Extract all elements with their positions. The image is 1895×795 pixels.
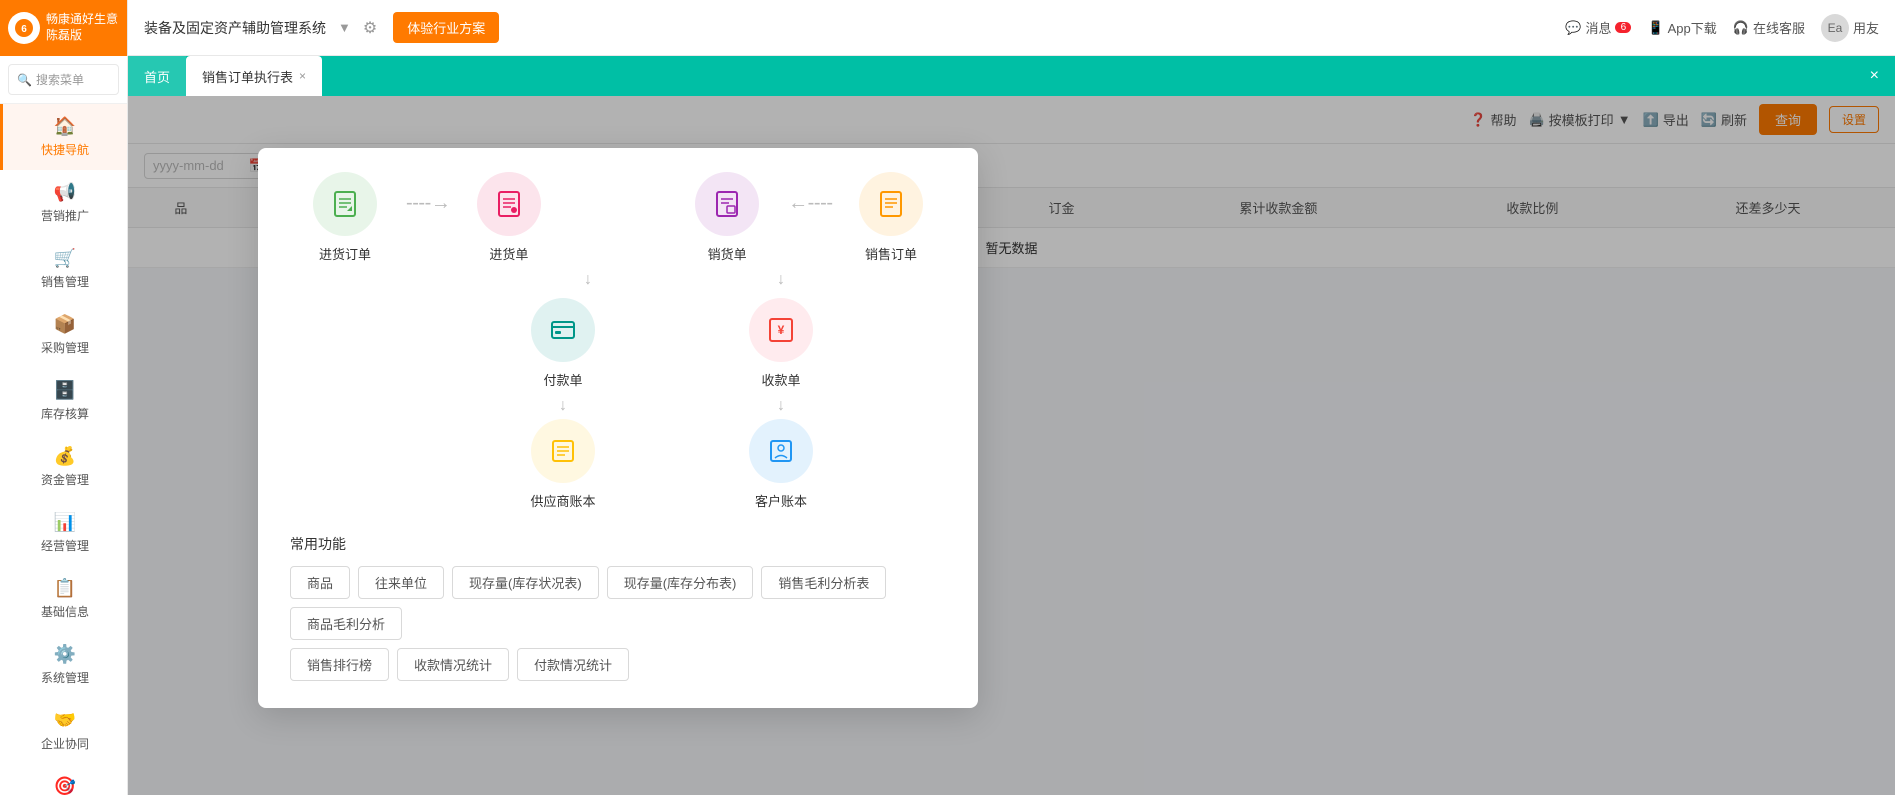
purchase-icon: 📦	[54, 314, 76, 335]
message-button[interactable]: 💬 消息 6	[1565, 18, 1631, 37]
sales-bill-icon	[695, 172, 759, 236]
payment-icon	[531, 298, 595, 362]
supplier-account-icon	[531, 419, 595, 483]
tab-close-icon[interactable]: ×	[299, 69, 306, 83]
sidebar-item-quick-nav[interactable]: 🏠 快捷导航	[0, 104, 127, 170]
sidebar: 6 畅康通好生意 陈磊版 🔍 搜索菜单 🏠 快捷导航 📢 营销推广 �	[0, 0, 128, 795]
func-buttons-row1: 商品 往来单位 现存量(库存状况表) 现存量(库存分布表) 销售毛利分析表 商品…	[290, 566, 946, 640]
purchase-order-icon	[313, 172, 377, 236]
cooperation-icon: 🤝	[54, 710, 76, 731]
guide-icon: 🎯	[54, 776, 76, 795]
flow-node-customer-account: 客户账本	[726, 419, 836, 510]
user-menu[interactable]: Ea 用友	[1821, 14, 1879, 42]
flow-node-payment: 付款单	[508, 298, 618, 389]
message-badge: 6	[1615, 22, 1631, 33]
gear-icon[interactable]: ⚙	[363, 18, 377, 38]
marketing-icon: 📢	[54, 182, 76, 203]
svg-text:¥: ¥	[778, 323, 785, 337]
sidebar-item-marketing[interactable]: 📢 营销推广	[0, 170, 127, 236]
logo-text: 畅康通好生意 陈磊版	[46, 12, 118, 43]
sidebar-item-guide[interactable]: 🎯 新手引导	[0, 764, 127, 795]
top-header: 装备及固定资产辅助管理系统 ▼ ⚙ 体验行业方案 💬 消息 6 📱 App下载 …	[128, 0, 1895, 56]
flow-node-sales-order: 销售订单	[836, 172, 946, 263]
system-icon: ⚙️	[54, 644, 76, 665]
online-service-button[interactable]: 🎧 在线客服	[1733, 18, 1805, 37]
sidebar-item-purchase[interactable]: 📦 采购管理	[0, 302, 127, 368]
trial-button[interactable]: 体验行业方案	[393, 12, 499, 43]
common-functions: 常用功能 商品 往来单位 现存量(库存状况表) 现存量(库存分布表) 销售毛利分…	[290, 534, 946, 681]
operations-icon: 📊	[54, 512, 76, 533]
tab-bar-close-button[interactable]: ×	[1854, 67, 1895, 85]
func-btn-product[interactable]: 商品	[290, 566, 350, 599]
flow-node-sales-bill: 销货单	[672, 172, 782, 263]
sidebar-item-inventory[interactable]: 🗄️ 库存核算	[0, 368, 127, 434]
content-area: ❓ 帮助 🖨️ 按模板打印 ▼ ⬆️ 导出 🔄 刷新	[128, 96, 1895, 795]
app-download-button[interactable]: 📱 App下载	[1647, 18, 1716, 37]
tab-home[interactable]: 首页	[128, 56, 186, 96]
dropdown-arrow-icon[interactable]: ▼	[338, 20, 351, 35]
func-buttons-row2: 销售排行榜 收款情况统计 付款情况统计	[290, 648, 946, 681]
func-btn-sales-profit[interactable]: 销售毛利分析表	[761, 566, 886, 599]
func-btn-receipt-stats[interactable]: 收款情况统计	[397, 648, 509, 681]
flow-diagram: 进货订单 - - - - →	[290, 172, 946, 510]
func-btn-partner[interactable]: 往来单位	[358, 566, 444, 599]
tab-bar: 首页 销售订单执行表 × ×	[128, 56, 1895, 96]
search-icon: 🔍	[17, 73, 32, 87]
customer-account-icon	[749, 419, 813, 483]
service-icon: 🎧	[1733, 20, 1749, 36]
system-title: 装备及固定资产辅助管理系统	[144, 18, 326, 38]
flow-node-purchase-order: 进货订单	[290, 172, 400, 263]
sales-icon: 🛒	[54, 248, 76, 269]
basic-info-icon: 📋	[54, 578, 76, 599]
flow-modal: 进货订单 - - - - →	[258, 148, 978, 708]
sidebar-item-sales[interactable]: 🛒 销售管理	[0, 236, 127, 302]
common-title: 常用功能	[290, 534, 946, 554]
header-right: 💬 消息 6 📱 App下载 🎧 在线客服 Ea 用友	[1565, 14, 1879, 42]
purchase-bill-icon	[477, 172, 541, 236]
func-btn-stock-dist[interactable]: 现存量(库存分布表)	[607, 566, 754, 599]
sidebar-item-finance[interactable]: 💰 资金管理	[0, 434, 127, 500]
func-btn-product-profit[interactable]: 商品毛利分析	[290, 607, 402, 640]
receipt-icon: ¥	[749, 298, 813, 362]
message-icon: 💬	[1565, 20, 1581, 36]
flow-node-purchase-bill: 进货单	[454, 172, 564, 263]
download-icon: 📱	[1647, 20, 1663, 36]
avatar: Ea	[1821, 14, 1849, 42]
sidebar-item-system[interactable]: ⚙️ 系统管理	[0, 632, 127, 698]
svg-text:6: 6	[21, 24, 27, 35]
sidebar-item-basic-info[interactable]: 📋 基础信息	[0, 566, 127, 632]
func-btn-stock-status[interactable]: 现存量(库存状况表)	[452, 566, 599, 599]
finance-icon: 💰	[54, 446, 76, 467]
tab-sales-order[interactable]: 销售订单执行表 ×	[186, 56, 322, 96]
sidebar-item-cooperation[interactable]: 🤝 企业协同	[0, 698, 127, 764]
sidebar-search-area: 🔍 搜索菜单	[0, 56, 127, 104]
logo-icon: 6	[8, 12, 40, 44]
modal-overlay[interactable]: 进货订单 - - - - →	[128, 96, 1895, 795]
sales-order-icon	[859, 172, 923, 236]
main-area: 装备及固定资产辅助管理系统 ▼ ⚙ 体验行业方案 💬 消息 6 📱 App下载 …	[128, 0, 1895, 795]
flow-node-receipt: ¥ 收款单	[726, 298, 836, 389]
search-menu-button[interactable]: 🔍 搜索菜单	[8, 64, 119, 95]
sidebar-logo: 6 畅康通好生意 陈磊版	[0, 0, 127, 56]
func-btn-payment-stats[interactable]: 付款情况统计	[517, 648, 629, 681]
modal-content: 进货订单 - - - - →	[258, 148, 978, 708]
inventory-icon: 🗄️	[54, 380, 76, 401]
func-btn-sales-rank[interactable]: 销售排行榜	[290, 648, 389, 681]
home-icon: 🏠	[54, 116, 76, 137]
sidebar-item-operations[interactable]: 📊 经营管理	[0, 500, 127, 566]
flow-node-supplier-account: 供应商账本	[508, 419, 618, 510]
sidebar-nav: 🏠 快捷导航 📢 营销推广 🛒 销售管理 📦 采购管理 🗄️ 库存核算 💰	[0, 104, 127, 795]
